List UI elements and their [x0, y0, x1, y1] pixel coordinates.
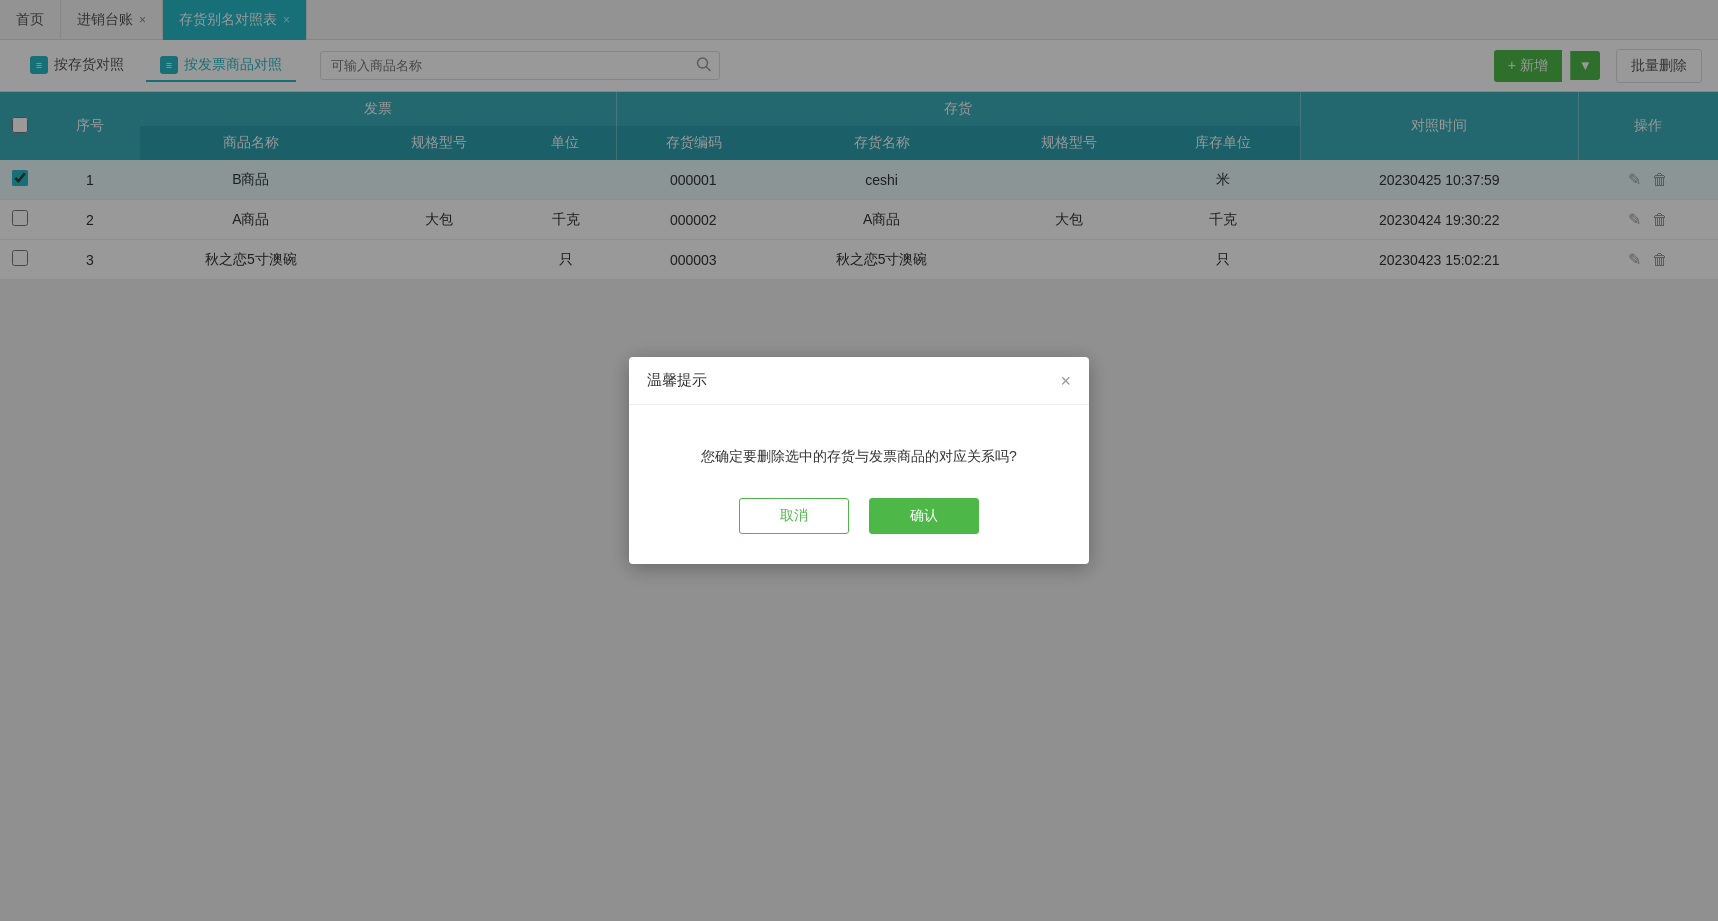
dialog: 温馨提示 × 您确定要删除选中的存货与发票商品的对应关系吗? 取消 确认	[629, 357, 1089, 563]
dialog-footer: 取消 确认	[629, 498, 1089, 564]
btn-confirm[interactable]: 确认	[869, 498, 979, 534]
overlay: 温馨提示 × 您确定要删除选中的存货与发票商品的对应关系吗? 取消 确认	[0, 0, 1718, 921]
dialog-header: 温馨提示 ×	[629, 357, 1089, 405]
dialog-message: 您确定要删除选中的存货与发票商品的对应关系吗?	[701, 448, 1017, 464]
dialog-title: 温馨提示	[647, 371, 707, 390]
dialog-body: 您确定要删除选中的存货与发票商品的对应关系吗?	[629, 405, 1089, 497]
dialog-close-button[interactable]: ×	[1060, 372, 1071, 390]
btn-cancel[interactable]: 取消	[739, 498, 849, 534]
